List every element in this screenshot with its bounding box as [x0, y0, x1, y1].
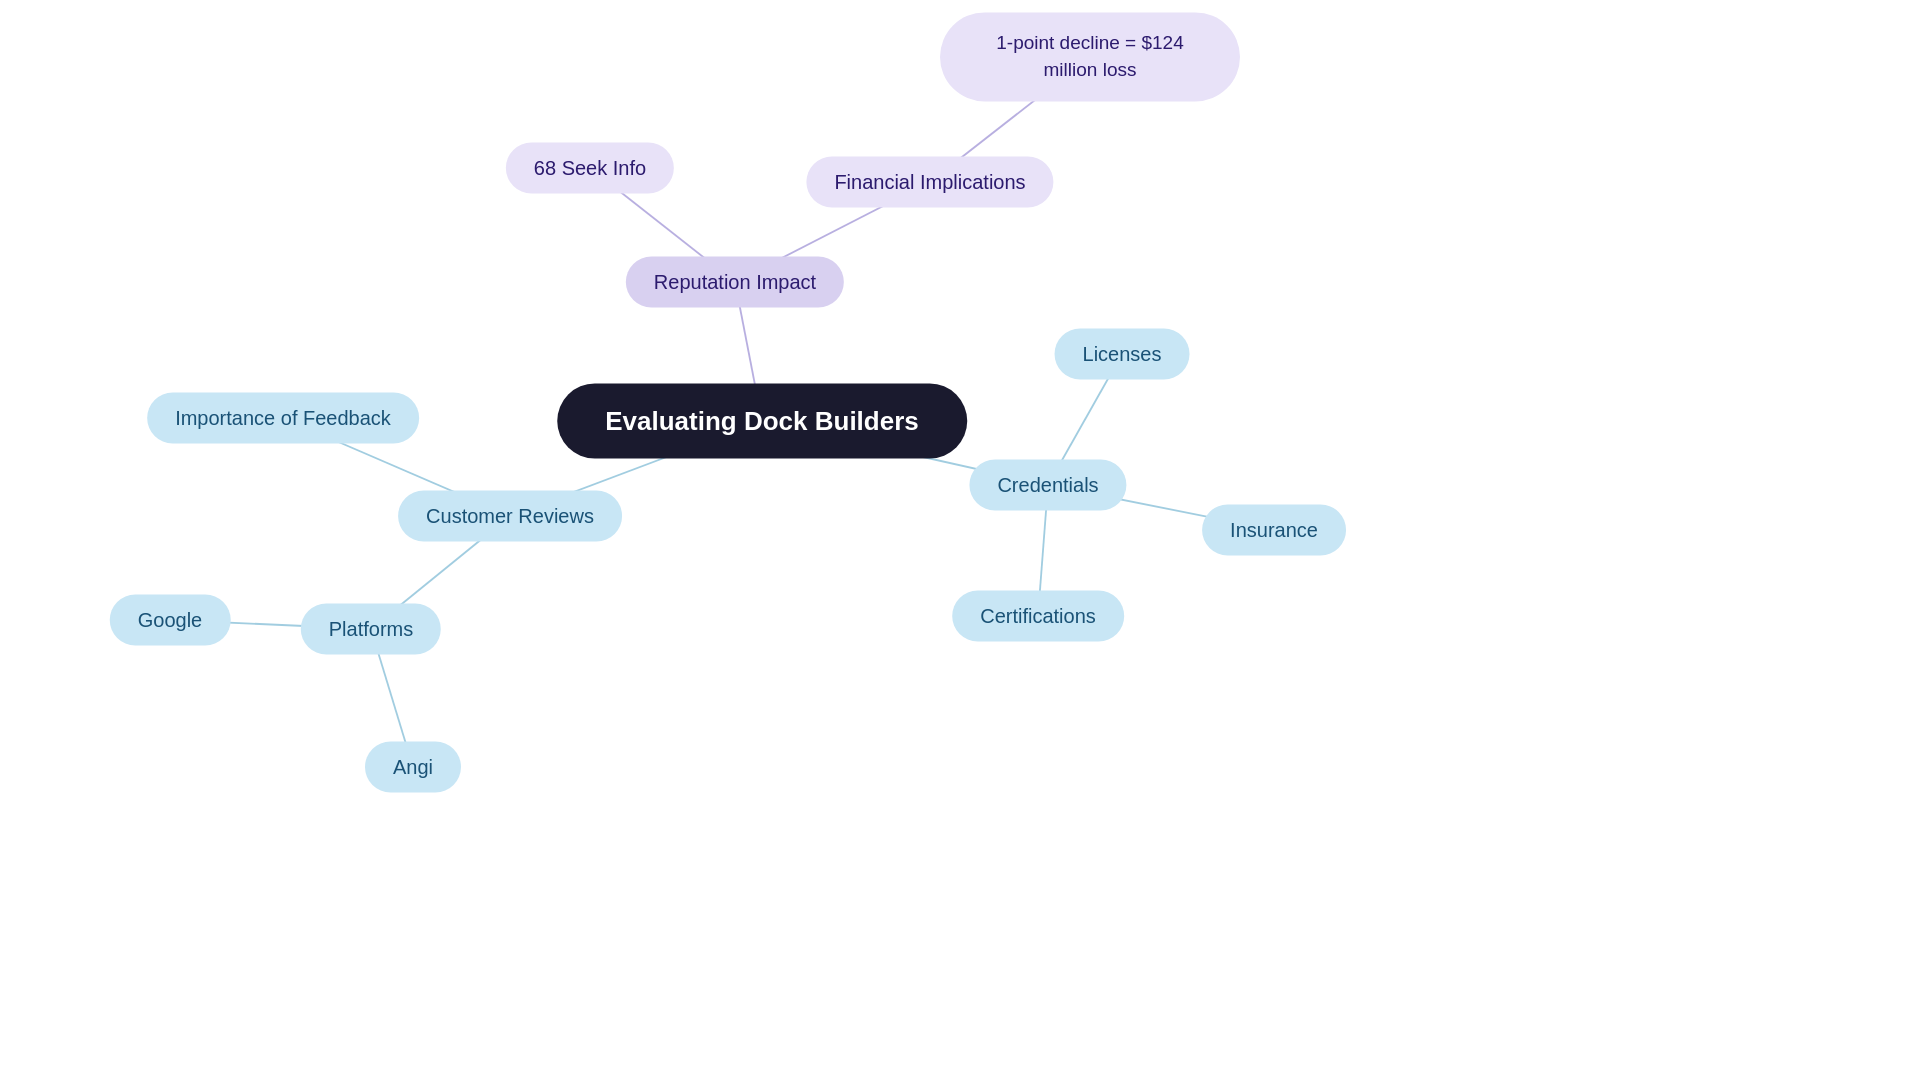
certifications-node: Certifications	[952, 591, 1124, 642]
financial-stat-node: 1-point decline = $124 million loss	[940, 12, 1240, 101]
center-node: Evaluating Dock Builders	[557, 384, 967, 459]
insurance-node: Insurance	[1202, 505, 1346, 556]
importance-feedback-node: Importance of Feedback	[147, 393, 419, 444]
financial-implications-node: Financial Implications	[806, 157, 1053, 208]
reputation-impact-node: Reputation Impact	[626, 257, 844, 308]
platforms-node: Platforms	[301, 604, 441, 655]
licenses-node: Licenses	[1055, 329, 1190, 380]
google-node: Google	[110, 595, 231, 646]
credentials-node: Credentials	[969, 460, 1126, 511]
angi-node: Angi	[365, 742, 461, 793]
seek68-node: 68 Seek Info	[506, 143, 674, 194]
customer-reviews-node: Customer Reviews	[398, 491, 622, 542]
